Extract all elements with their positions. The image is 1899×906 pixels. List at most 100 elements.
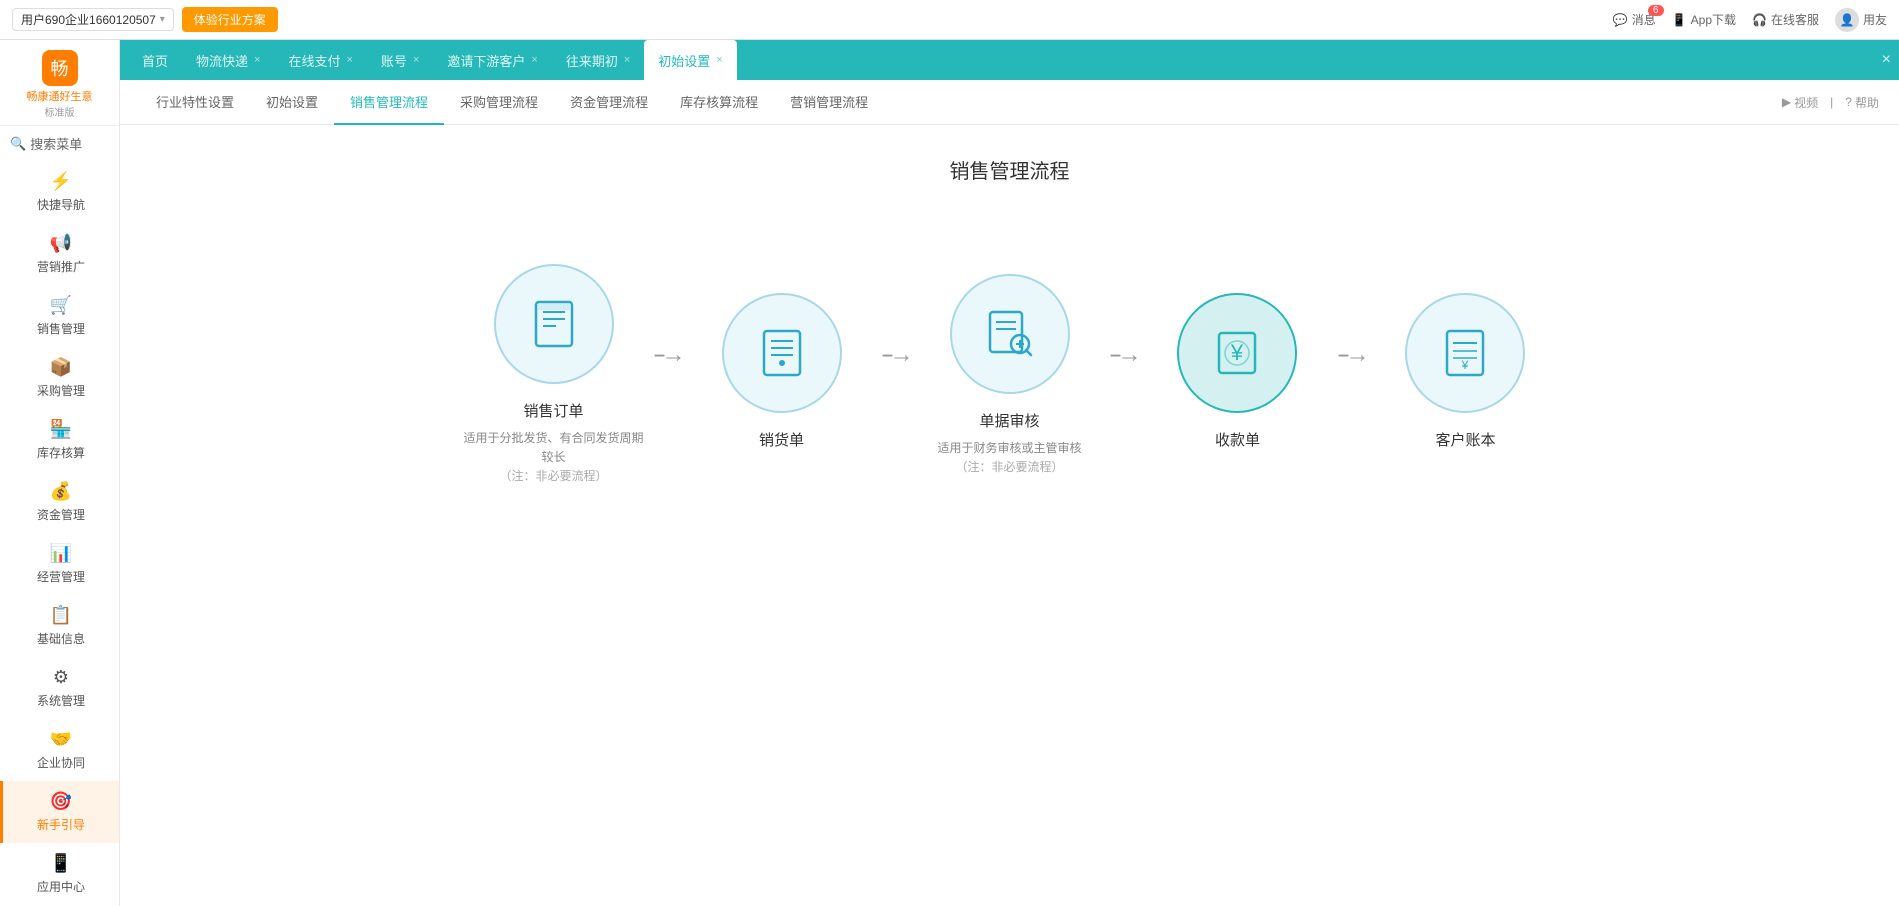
sidebar: 畅 畅康通好生意 标准版 🔍 搜索菜单 ⚡ 快捷导航 📢 营销推广 🛒 销售管理… xyxy=(0,40,120,906)
system-icon: ⚙ xyxy=(53,667,69,688)
message-badge: 6 xyxy=(1648,5,1664,16)
sidebar-item-enterprise-collab[interactable]: 🤝 企业协同 xyxy=(0,719,119,781)
sidebar-item-marketing-promo[interactable]: 📢 营销推广 xyxy=(0,223,119,285)
tab-initial-setup-label: 初始设置 xyxy=(658,51,710,70)
trial-button[interactable]: 体验行业方案 xyxy=(182,7,278,32)
flow-diagram: 销售订单 适用于分批发货、有合同发货周期较长（注：非必要流程） --→ xyxy=(160,244,1859,507)
app-download-label: App下载 xyxy=(1691,11,1736,28)
tab-online-pay-label: 在线支付 xyxy=(288,51,340,70)
tab-home[interactable]: 首页 xyxy=(128,40,182,80)
flow-circle-customer-account[interactable]: ¥ xyxy=(1405,293,1525,413)
sidebar-logo: 畅 畅康通好生意 标准版 xyxy=(0,40,119,126)
sidebar-item-system-mgmt[interactable]: ⚙ 系统管理 xyxy=(0,657,119,719)
sidebar-item-quick-nav[interactable]: ⚡ 快捷导航 xyxy=(0,161,119,223)
flow-arrow-3: --→ xyxy=(1100,341,1148,369)
content-area: 行业特性设置 初始设置 销售管理流程 采购管理流程 资金管理流程 库存核算流程 xyxy=(120,80,1899,906)
app-center-icon: 📱 xyxy=(50,853,72,874)
flow-arrow-1: --→ xyxy=(644,341,692,369)
sidebar-item-label: 销售管理 xyxy=(37,320,85,337)
svg-text:¥: ¥ xyxy=(1230,340,1244,365)
sidebar-item-label: 快捷导航 xyxy=(37,196,85,213)
message-item[interactable]: 💬 消息 6 xyxy=(1613,11,1656,28)
tab-period-init[interactable]: 往来期初 × xyxy=(552,40,644,80)
tab-account-close[interactable]: × xyxy=(413,54,419,66)
sidebar-item-label: 资金管理 xyxy=(37,506,85,523)
sidebar-item-app-center[interactable]: 📱 应用中心 xyxy=(0,843,119,905)
sub-tab-actions: ▶ 视频 | ? 帮助 xyxy=(1782,94,1879,111)
tab-online-pay-close[interactable]: × xyxy=(346,54,352,66)
tab-invite-downstream-close[interactable]: × xyxy=(531,54,537,66)
sidebar-item-label: 经营管理 xyxy=(37,568,85,585)
sidebar-item-sales-mgmt[interactable]: 🛒 销售管理 xyxy=(0,285,119,347)
online-service-label: 在线客服 xyxy=(1771,11,1819,28)
guide-icon: 🎯 xyxy=(50,791,72,812)
video-icon: ▶ xyxy=(1782,95,1791,109)
tab-logistics[interactable]: 物流快递 × xyxy=(182,40,274,80)
flow-arrow-2: --→ xyxy=(872,341,920,369)
video-action[interactable]: ▶ 视频 xyxy=(1782,94,1818,111)
tab-account-label: 账号 xyxy=(381,51,407,70)
sales-order-icon xyxy=(526,296,582,352)
collab-icon: 🤝 xyxy=(50,729,72,750)
flow-step-sales-invoice: 销货单 xyxy=(692,293,872,458)
flow-step-title-customer-account: 客户账本 xyxy=(1435,429,1495,450)
sub-tab-marketing-flow[interactable]: 营销管理流程 xyxy=(774,80,884,125)
tab-home-label: 首页 xyxy=(142,51,168,70)
sidebar-item-basic-info[interactable]: 📋 基础信息 xyxy=(0,595,119,657)
sub-tab-industry-setting[interactable]: 行业特性设置 xyxy=(140,80,250,125)
sub-tab-initial-setup[interactable]: 初始设置 xyxy=(250,80,334,125)
tab-account[interactable]: 账号 × xyxy=(367,40,433,80)
app-download-icon: 📱 xyxy=(1672,13,1687,27)
flow-circle-doc-review[interactable] xyxy=(950,274,1070,394)
nav-area: 首页 物流快递 × 在线支付 × 账号 × 邀请下游客户 × 往来期初 × xyxy=(120,40,1899,906)
nav-tabs: 首页 物流快递 × 在线支付 × 账号 × 邀请下游客户 × 往来期初 × xyxy=(120,40,1899,80)
search-label: 搜索菜单 xyxy=(30,134,82,153)
flow-circle-sales-order[interactable] xyxy=(494,264,614,384)
tab-initial-setup[interactable]: 初始设置 × xyxy=(644,40,736,80)
flow-step-title-sales-invoice: 销货单 xyxy=(759,429,804,450)
user-item[interactable]: 👤 用友 xyxy=(1835,8,1887,32)
marketing-icon: 📢 xyxy=(50,233,72,254)
tab-logistics-close[interactable]: × xyxy=(254,54,260,66)
flow-step-receipt: ¥ 收款单 xyxy=(1147,293,1327,458)
message-icon: 💬 xyxy=(1613,13,1628,27)
tab-logistics-label: 物流快递 xyxy=(196,51,248,70)
flow-arrow-4: --→ xyxy=(1327,341,1375,369)
sub-tab-purchase-flow[interactable]: 采购管理流程 xyxy=(444,80,554,125)
sidebar-item-new-guide[interactable]: 🎯 新手引导 xyxy=(0,781,119,843)
flow-circle-sales-invoice[interactable] xyxy=(722,293,842,413)
sub-tabs: 行业特性设置 初始设置 销售管理流程 采购管理流程 资金管理流程 库存核算流程 xyxy=(120,80,1899,125)
divider: | xyxy=(1830,95,1833,109)
basic-info-icon: 📋 xyxy=(50,605,72,626)
headphone-icon: 🎧 xyxy=(1752,13,1767,27)
sidebar-item-inventory[interactable]: 🏪 库存核算 xyxy=(0,409,119,471)
flow-circle-receipt[interactable]: ¥ xyxy=(1177,293,1297,413)
tab-invite-downstream[interactable]: 邀请下游客户 × xyxy=(433,40,551,80)
user-selector-label: 用户690企业1660120507 xyxy=(21,11,156,28)
tab-initial-setup-close[interactable]: × xyxy=(716,54,722,66)
sidebar-item-purchase-mgmt[interactable]: 📦 采购管理 xyxy=(0,347,119,409)
sub-tab-inventory-flow[interactable]: 库存核算流程 xyxy=(664,80,774,125)
sidebar-item-label: 企业协同 xyxy=(37,754,85,771)
page-content: 销售管理流程 xyxy=(120,125,1899,537)
sidebar-item-label: 系统管理 xyxy=(37,692,85,709)
help-action[interactable]: ? 帮助 xyxy=(1845,94,1879,111)
chevron-down-icon: ▾ xyxy=(160,14,165,25)
flow-step-doc-review: 单据审核 适用于财务审核或主管审核（注：非必要流程） xyxy=(920,274,1100,477)
page-title: 销售管理流程 xyxy=(160,155,1859,184)
app-download-item[interactable]: 📱 App下载 xyxy=(1672,11,1736,28)
online-service-item[interactable]: 🎧 在线客服 xyxy=(1752,11,1819,28)
user-selector[interactable]: 用户690企业1660120507 ▾ xyxy=(12,8,174,31)
search-menu-item[interactable]: 🔍 搜索菜单 xyxy=(0,126,119,161)
flow-step-desc-sales-order: 适用于分批发货、有合同发货周期较长（注：非必要流程） xyxy=(464,429,644,487)
customer-account-icon: ¥ xyxy=(1437,325,1493,381)
sidebar-item-label: 采购管理 xyxy=(37,382,85,399)
sidebar-item-operations-mgmt[interactable]: 📊 经营管理 xyxy=(0,533,119,595)
tab-online-pay[interactable]: 在线支付 × xyxy=(274,40,366,80)
tab-period-init-close[interactable]: × xyxy=(624,54,630,66)
quick-nav-icon: ⚡ xyxy=(50,171,72,192)
sub-tab-sales-flow[interactable]: 销售管理流程 xyxy=(334,80,444,125)
close-all-tabs-icon[interactable]: × xyxy=(1882,51,1891,69)
sub-tab-capital-flow[interactable]: 资金管理流程 xyxy=(554,80,664,125)
sidebar-item-finance-mgmt[interactable]: 💰 资金管理 xyxy=(0,471,119,533)
